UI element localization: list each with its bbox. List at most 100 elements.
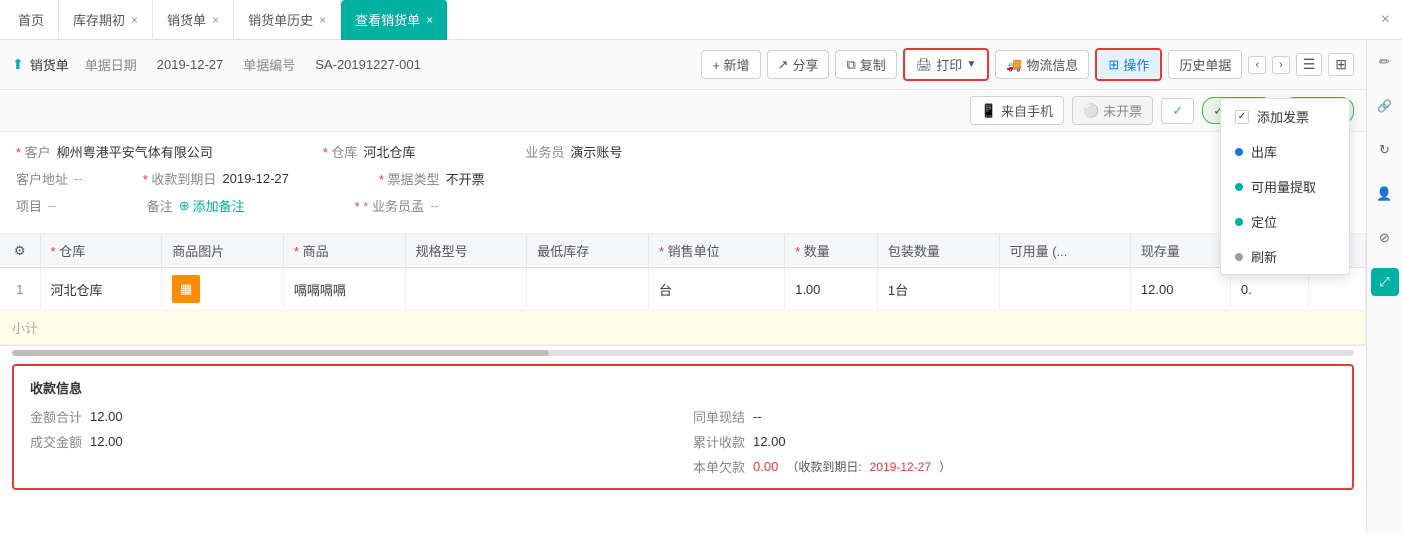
refresh-icon-button[interactable]: ↻ [1371,136,1399,164]
copy-icon: ⧉ [846,57,855,73]
doc-number-label: 单据编号 [243,55,295,74]
tab-view-sales-close[interactable]: × [426,13,433,27]
payment-section: 收款信息 金额合计 12.00 成交金额 12.00 [12,364,1354,490]
logistics-button[interactable]: 🚚 物流信息 [995,50,1089,79]
horizontal-scrollbar[interactable] [12,350,1354,356]
warehouse-value: 河北仓库 [363,142,415,161]
doc-title-text: 销货单 [30,55,69,74]
mobile-icon: 📱 [981,103,997,119]
history-label: 历史单据 [1179,55,1231,74]
dropdown-add-invoice[interactable]: ✓ 添加发票 [1221,99,1349,134]
tab-sales-order-label: 销货单 [167,10,206,29]
checkmark-button[interactable]: ✓ [1161,98,1194,124]
refresh-label: 刷新 [1251,247,1277,266]
tab-view-sales[interactable]: 查看销货单 × [341,0,448,40]
form-row-1: 客户 柳州粤港平安气体有限公司 仓库 河北仓库 业务员 演示账号 [16,142,1350,161]
address-field: 客户地址 -- [16,169,83,188]
total-amount-row: 金额合计 12.00 [30,407,673,426]
th-settings[interactable]: ⚙ [0,234,40,268]
warehouse-field: 仓库 河北仓库 [323,142,416,161]
row-product: 嗝嗝嗝嗝 [283,268,405,311]
tab-inventory-init[interactable]: 库存期初 × [59,0,153,40]
product-table: ⚙ * 仓库 商品图片 * 商品 [0,234,1366,345]
prev-button[interactable]: ‹ [1248,56,1266,74]
tab-home[interactable]: 首页 [8,0,59,40]
tab-sales-order-close[interactable]: × [212,13,219,27]
operations-icon: ⊞ [1108,57,1119,73]
share-icon: ↗ [778,57,789,73]
star-icon: ⊘ [1379,230,1390,246]
logistics-label: 物流信息 [1026,55,1078,74]
not-open-icon: ⚪ [1083,103,1099,119]
staff-label: 业务员 [525,142,564,161]
payment-col-left: 金额合计 12.00 成交金额 12.00 [30,407,673,476]
ticket-field: 票据类型 不开票 [379,169,485,188]
print-button[interactable]: 🖨 打印 ▼ [906,51,986,78]
dropdown-outbound[interactable]: 出库 [1221,134,1349,169]
staff-value: 演示账号 [570,142,622,161]
history-button[interactable]: 历史单据 [1168,50,1242,79]
copy-button[interactable]: ⧉ 复制 [835,50,896,79]
add-invoice-checkbox-icon: ✓ [1235,110,1249,124]
print-icon: 🖨 [916,57,933,73]
row-product-img: ▦ [162,268,284,311]
doc-date-value: 2019-12-27 [157,57,224,72]
mobile-label: 来自手机 [1001,101,1053,120]
window-close-button[interactable]: × [1381,11,1390,29]
doc-number-value: SA-20191227-001 [315,57,421,72]
dropdown-qty-pickup[interactable]: 可用量提取 [1221,169,1349,204]
user-icon-button[interactable]: 👤 [1371,180,1399,208]
operations-button[interactable]: ⊞ 操作 [1098,51,1159,78]
copy-label: 复制 [860,55,886,74]
payment-date-label: 收款到期日 [143,169,217,188]
owed-value: 0.00 [753,459,778,474]
share-label: 分享 [792,55,818,74]
dropdown-locate[interactable]: 定位 [1221,204,1349,239]
same-order-row: 同单现结 -- [693,407,1336,426]
tab-sales-history[interactable]: 销货单历史 × [234,0,341,40]
table-row: 1 河北仓库 ▦ 嗝嗝嗝嗝 台 1.00 [0,268,1366,311]
staff2-value: -- [430,198,439,213]
expand-icon: ⤢ [1379,274,1389,290]
customer-value: 柳州粤港平安气体有限公司 [57,142,213,161]
th-spec: 规格型号 [405,234,527,268]
tab-inventory-init-close[interactable]: × [131,13,138,27]
tab-sales-history-close[interactable]: × [319,13,326,27]
tab-sales-order[interactable]: 销货单 × [153,0,234,40]
owed-row: 本单欠款 0.00 （收款到期日: 2019-12-27 ） [693,457,1336,476]
th-current-stock: 现存量 [1130,234,1230,268]
view-grid-button[interactable]: ⊞ [1328,53,1354,76]
form-row-3: 项目 -- 备注 ⊕ 添加备注 * 业务员孟 -- [16,196,1350,215]
row-available [999,268,1130,311]
project-label: 项目 [16,196,42,215]
share-button[interactable]: ↗ 分享 [767,50,830,79]
logistics-icon: 🚚 [1006,57,1022,73]
owed-note: （收款到期日: [786,458,861,475]
staff2-label: * 业务员孟 [355,196,424,215]
expand-icon-button[interactable]: ⤢ [1371,268,1399,296]
mobile-button[interactable]: 📱 来自手机 [970,96,1064,125]
star-icon-button[interactable]: ⊘ [1371,224,1399,252]
payment-title: 收款信息 [30,378,1336,397]
add-note-button[interactable]: ⊕ 添加备注 [179,196,245,215]
link-icon-button[interactable]: 🔗 [1371,92,1399,120]
th-product: * 商品 [283,234,405,268]
ticket-value: 不开票 [446,169,485,188]
total-amount-value: 12.00 [90,409,123,424]
next-button[interactable]: › [1272,56,1290,74]
add-button[interactable]: + 新增 [701,50,760,79]
outbound-label: 出库 [1251,142,1277,161]
tab-view-sales-label: 查看销货单 [355,10,420,29]
view-list-button[interactable]: ☰ [1296,53,1323,76]
doc-meta: 单据日期 2019-12-27 单据编号 SA-20191227-001 [85,55,421,74]
same-order-value: -- [753,409,762,424]
edit-icon-button[interactable]: ✏ [1371,48,1399,76]
not-open-button[interactable]: ⚪ 未开票 [1072,96,1153,125]
transaction-value: 12.00 [90,434,123,449]
add-note-plus-icon: ⊕ [179,198,190,214]
form-section: 客户 柳州粤港平安气体有限公司 仓库 河北仓库 业务员 演示账号 客户地址 [0,132,1366,234]
dropdown-refresh[interactable]: 刷新 [1221,239,1349,274]
operations-highlight: ⊞ 操作 [1095,48,1162,81]
row-warehouse: 河北仓库 [40,268,162,311]
table-header-row: ⚙ * 仓库 商品图片 * 商品 [0,234,1366,268]
